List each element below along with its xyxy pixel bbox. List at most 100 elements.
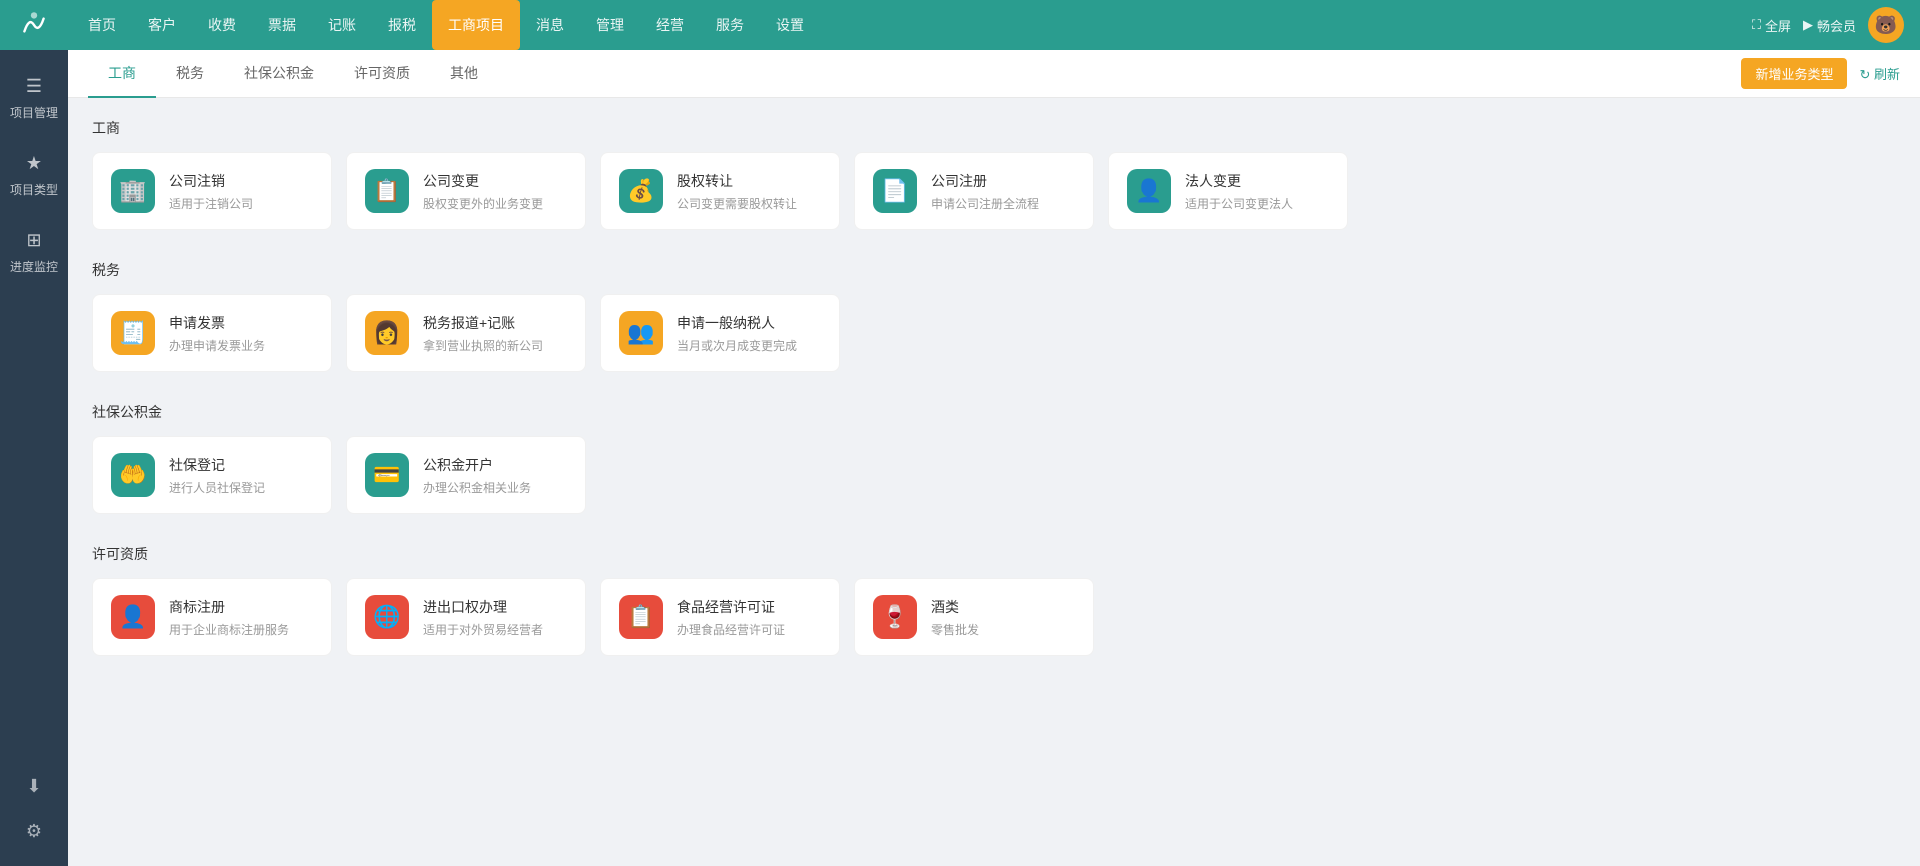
service-card-社保登记[interactable]: 🤲 社保登记进行人员社保登记 — [92, 436, 332, 514]
card-info: 公积金开户办理公积金相关业务 — [423, 455, 531, 496]
card-info: 社保登记进行人员社保登记 — [169, 455, 265, 496]
card-desc: 适用于公司变更法人 — [1185, 195, 1293, 212]
service-card-税务报道+记账[interactable]: 👩税务报道+记账拿到营业执照的新公司 — [346, 294, 586, 372]
nav-item-收费[interactable]: 收费 — [192, 0, 252, 50]
card-icon: 🍷 — [873, 595, 917, 639]
card-icon: 🧾 — [111, 311, 155, 355]
tab-税务[interactable]: 税务 — [156, 50, 224, 98]
sidebar-item-progress-monitor[interactable]: ⊞ 进度监控 — [0, 212, 68, 289]
settings-button[interactable]: ⚙ — [0, 809, 68, 854]
service-card-股权转让[interactable]: 💰股权转让公司变更需要股权转让 — [600, 152, 840, 230]
card-info: 申请一般纳税人当月或次月成变更完成 — [677, 313, 797, 354]
card-icon: 🌐 — [365, 595, 409, 639]
nav-item-报税[interactable]: 报税 — [372, 0, 432, 50]
section-社保公积金: 社保公积金 🤲 社保登记进行人员社保登记 💳 公积金开户办理公积金相关业务 — [92, 402, 1896, 514]
card-info: 申请发票办理申请发票业务 — [169, 313, 265, 354]
card-title: 申请一般纳税人 — [677, 313, 797, 333]
tab-许可资质[interactable]: 许可资质 — [334, 50, 430, 98]
section-title: 工商 — [92, 118, 1896, 138]
card-title: 公司变更 — [423, 171, 543, 191]
top-right-actions: ⛶ 全屏 ▶ 畅会员 🐻 — [1752, 7, 1904, 43]
card-info: 食品经营许可证办理食品经营许可证 — [677, 597, 785, 638]
sidebar-item-project-type[interactable]: ★ 项目类型 — [0, 135, 68, 212]
main-layout: ☰ 项目管理 ★ 项目类型 ⊞ 进度监控 ⬇ ⚙ 工商税务社保公积金许可资质其他… — [0, 50, 1920, 866]
user-avatar[interactable]: 🐻 — [1868, 7, 1904, 43]
nav-item-客户[interactable]: 客户 — [132, 0, 192, 50]
card-info: 股权转让公司变更需要股权转让 — [677, 171, 797, 212]
card-desc: 进行人员社保登记 — [169, 479, 265, 496]
card-info: 公司注册申请公司注册全流程 — [931, 171, 1039, 212]
card-icon: 🤲 — [111, 453, 155, 497]
service-card-公积金开户[interactable]: 💳 公积金开户办理公积金相关业务 — [346, 436, 586, 514]
service-card-申请发票[interactable]: 🧾 申请发票办理申请发票业务 — [92, 294, 332, 372]
vip-button[interactable]: ▶ 畅会员 — [1803, 16, 1856, 35]
cards-grid: 👤商标注册用于企业商标注册服务🌐进出口权办理适用于对外贸易经营者 📋 食品经营许可证… — [92, 578, 1896, 656]
tab-actions: 新增业务类型 ↻ 刷新 — [1741, 58, 1900, 89]
nav-item-消息[interactable]: 消息 — [520, 0, 580, 50]
nav-item-记账[interactable]: 记账 — [312, 0, 372, 50]
card-title: 社保登记 — [169, 455, 265, 475]
download-button[interactable]: ⬇ — [0, 764, 68, 809]
list-icon: ☰ — [20, 72, 48, 100]
service-card-食品经营许可证[interactable]: 📋 食品经营许可证办理食品经营许可证 — [600, 578, 840, 656]
card-desc: 用于企业商标注册服务 — [169, 621, 289, 638]
card-desc: 适用于对外贸易经营者 — [423, 621, 543, 638]
card-icon: 👥 — [619, 311, 663, 355]
refresh-button[interactable]: ↻ 刷新 — [1859, 64, 1900, 83]
section-许可资质: 许可资质 👤商标注册用于企业商标注册服务🌐进出口权办理适用于对外贸易经营者 📋 食品经… — [92, 544, 1896, 656]
card-info: 公司变更股权变更外的业务变更 — [423, 171, 543, 212]
section-工商: 工商🏢公司注销适用于注销公司📋公司变更股权变更外的业务变更💰股权转让公司变更需要… — [92, 118, 1896, 230]
new-type-button[interactable]: 新增业务类型 — [1741, 58, 1847, 89]
service-card-申请一般纳税人[interactable]: 👥 申请一般纳税人当月或次月成变更完成 — [600, 294, 840, 372]
nav-item-工商项目[interactable]: 工商项目 — [432, 0, 520, 50]
cards-grid: 🤲 社保登记进行人员社保登记 💳 公积金开户办理公积金相关业务 — [92, 436, 1896, 514]
tab-工商[interactable]: 工商 — [88, 50, 156, 98]
card-title: 公司注销 — [169, 171, 253, 191]
card-icon: 👤 — [111, 595, 155, 639]
service-card-进出口权办理[interactable]: 🌐进出口权办理适用于对外贸易经营者 — [346, 578, 586, 656]
card-icon: 📄 — [873, 169, 917, 213]
tab-其他[interactable]: 其他 — [430, 50, 498, 98]
fullscreen-button[interactable]: ⛶ 全屏 — [1752, 16, 1791, 35]
settings-icon: ⚙ — [26, 821, 42, 842]
card-icon: 🏢 — [111, 169, 155, 213]
card-title: 税务报道+记账 — [423, 313, 543, 333]
card-info: 酒类零售批发 — [931, 597, 979, 638]
service-card-公司变更[interactable]: 📋公司变更股权变更外的业务变更 — [346, 152, 586, 230]
card-desc: 零售批发 — [931, 621, 979, 638]
nav-item-票据[interactable]: 票据 — [252, 0, 312, 50]
nav-item-服务[interactable]: 服务 — [700, 0, 760, 50]
service-card-酒类[interactable]: 🍷 酒类零售批发 — [854, 578, 1094, 656]
grid-icon: ⊞ — [20, 226, 48, 254]
play-icon: ▶ — [1803, 17, 1813, 33]
main-menu: 首页客户收费票据记账报税工商项目消息管理经营服务设置 — [72, 0, 1752, 50]
card-title: 法人变更 — [1185, 171, 1293, 191]
section-title: 许可资质 — [92, 544, 1896, 564]
card-desc: 股权变更外的业务变更 — [423, 195, 543, 212]
service-card-公司注册[interactable]: 📄 公司注册申请公司注册全流程 — [854, 152, 1094, 230]
card-desc: 拿到营业执照的新公司 — [423, 337, 543, 354]
card-icon: 💳 — [365, 453, 409, 497]
star-icon: ★ — [20, 149, 48, 177]
tab-社保公积金[interactable]: 社保公积金 — [224, 50, 334, 98]
nav-item-经营[interactable]: 经营 — [640, 0, 700, 50]
section-title: 社保公积金 — [92, 402, 1896, 422]
service-card-法人变更[interactable]: 👤 法人变更适用于公司变更法人 — [1108, 152, 1348, 230]
scrollable-content: 工商🏢公司注销适用于注销公司📋公司变更股权变更外的业务变更💰股权转让公司变更需要… — [68, 98, 1920, 866]
service-card-商标注册[interactable]: 👤商标注册用于企业商标注册服务 — [92, 578, 332, 656]
cards-grid: 🧾 申请发票办理申请发票业务 👩税务报道+记账拿到营业执照的新公司 👥 申请一般纳税人当… — [92, 294, 1896, 372]
nav-item-设置[interactable]: 设置 — [760, 0, 820, 50]
nav-item-首页[interactable]: 首页 — [72, 0, 132, 50]
card-title: 股权转让 — [677, 171, 797, 191]
top-navigation: 首页客户收费票据记账报税工商项目消息管理经营服务设置 ⛶ 全屏 ▶ 畅会员 🐻 — [0, 0, 1920, 50]
card-info: 税务报道+记账拿到营业执照的新公司 — [423, 313, 543, 354]
service-card-公司注销[interactable]: 🏢公司注销适用于注销公司 — [92, 152, 332, 230]
card-icon: 📋 — [619, 595, 663, 639]
sidebar-item-project-management[interactable]: ☰ 项目管理 — [0, 58, 68, 135]
card-title: 酒类 — [931, 597, 979, 617]
nav-item-管理[interactable]: 管理 — [580, 0, 640, 50]
download-icon: ⬇ — [26, 776, 41, 797]
card-desc: 公司变更需要股权转让 — [677, 195, 797, 212]
card-icon: 👤 — [1127, 169, 1171, 213]
card-desc: 办理申请发票业务 — [169, 337, 265, 354]
